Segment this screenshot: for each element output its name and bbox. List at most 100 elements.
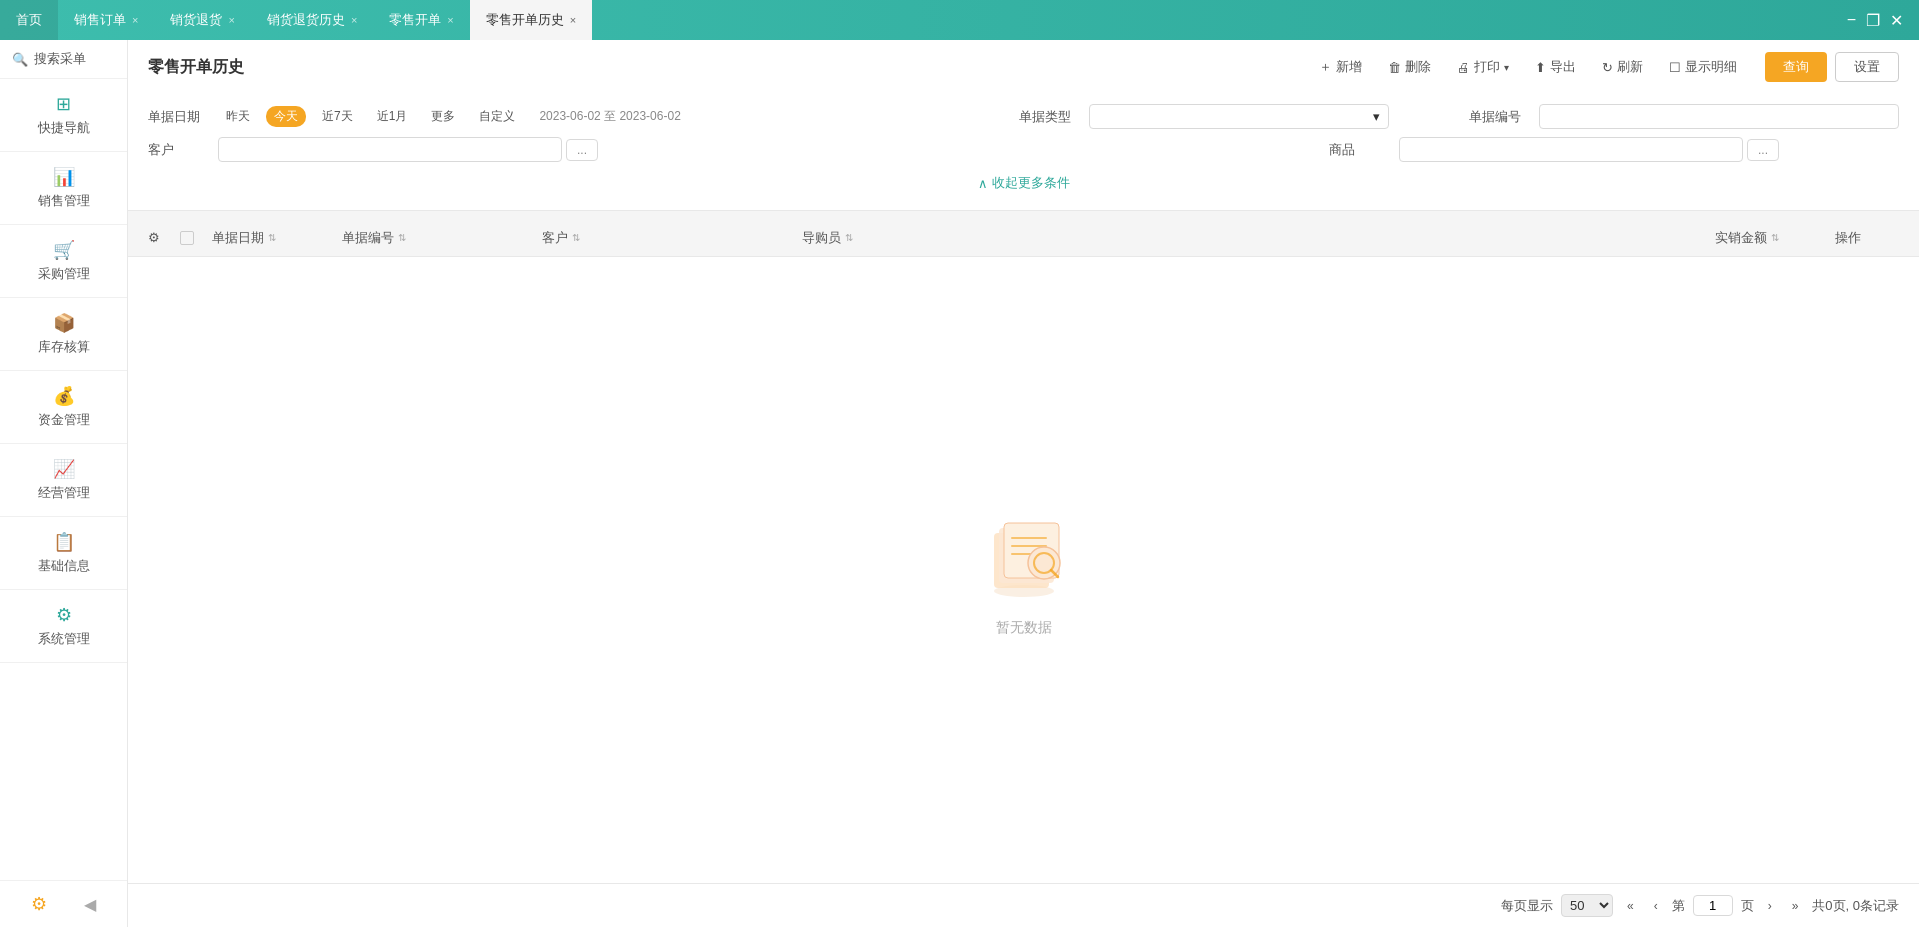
- quick-nav-icon: ⊞: [56, 93, 71, 115]
- show-detail-label: 显示明细: [1685, 58, 1737, 76]
- tab-sales-return[interactable]: 销货退货 ×: [154, 0, 250, 40]
- date-7days[interactable]: 近7天: [314, 106, 361, 127]
- type-select-arrow: ▾: [1373, 109, 1380, 124]
- page-header: 零售开单历史 ＋ 新增 🗑 删除 🖨 打印 ▾: [128, 40, 1919, 211]
- show-detail-button[interactable]: ☐ 显示明细: [1663, 54, 1743, 80]
- collapse-more-button[interactable]: ∧ 收起更多条件: [148, 170, 1899, 200]
- print-label: 打印: [1474, 58, 1500, 76]
- date-more[interactable]: 更多: [423, 106, 463, 127]
- number-filter-input[interactable]: [1539, 104, 1899, 129]
- tab-sales-order-close[interactable]: ×: [132, 14, 138, 26]
- minimize-button[interactable]: −: [1847, 11, 1856, 29]
- refresh-icon: ↻: [1602, 60, 1613, 75]
- sidebar-item-sales-mgmt-label: 销售管理: [38, 192, 90, 210]
- number-filter-label: 单据编号: [1469, 108, 1539, 126]
- tab-retail-open[interactable]: 零售开单 ×: [373, 0, 469, 40]
- col-header-action: 操作: [1827, 229, 1907, 247]
- col-header-guide[interactable]: 导购员 ⇅: [794, 229, 914, 247]
- product-filter-input[interactable]: [1399, 137, 1743, 162]
- col-date-label: 单据日期: [212, 229, 264, 247]
- delete-button[interactable]: 🗑 删除: [1382, 54, 1437, 80]
- sales-mgmt-icon: 📊: [53, 166, 75, 188]
- refresh-button[interactable]: ↻ 刷新: [1596, 54, 1649, 80]
- date-1month[interactable]: 近1月: [369, 106, 416, 127]
- filter-area: 单据日期 昨天 今天 近7天 近1月 更多 自定义 2023-06-02 至 2…: [148, 94, 1899, 210]
- sidebar-item-quick-nav[interactable]: ⊞ 快捷导航: [0, 79, 127, 152]
- select-all-checkbox[interactable]: [180, 231, 194, 245]
- col-header-number[interactable]: 单据编号 ⇅: [334, 229, 534, 247]
- col-date-sort-icon: ⇅: [268, 232, 276, 243]
- restore-button[interactable]: ❐: [1866, 11, 1880, 30]
- pagination-last-button[interactable]: »: [1786, 897, 1805, 915]
- delete-icon: 🗑: [1388, 60, 1401, 75]
- settings-footer-icon[interactable]: ⚙: [31, 893, 47, 915]
- query-button[interactable]: 查询: [1765, 52, 1827, 82]
- per-page-select[interactable]: 50 10 20 100: [1561, 894, 1613, 917]
- type-select[interactable]: ▾: [1089, 104, 1389, 129]
- tab-sales-return-history-close[interactable]: ×: [351, 14, 357, 26]
- export-button[interactable]: ⬆ 导出: [1529, 54, 1582, 80]
- inventory-icon: 📦: [53, 312, 75, 334]
- sidebar-item-purchase-mgmt[interactable]: 🛒 采购管理: [0, 225, 127, 298]
- finance-icon: 💰: [53, 385, 75, 407]
- sidebar-item-quick-nav-label: 快捷导航: [38, 119, 90, 137]
- sidebar-search-label: 搜索采单: [34, 50, 86, 68]
- pagination-next-button[interactable]: ›: [1762, 897, 1778, 915]
- sidebar-item-inventory[interactable]: 📦 库存核算: [0, 298, 127, 371]
- sidebar-item-basic-info-label: 基础信息: [38, 557, 90, 575]
- col-action-label: 操作: [1835, 229, 1861, 247]
- print-button[interactable]: 🖨 打印 ▾: [1451, 54, 1515, 80]
- operations-icon: 📈: [53, 458, 75, 480]
- chevron-up-icon: ∧: [978, 176, 988, 191]
- sidebar: 🔍 搜索采单 ⊞ 快捷导航 📊 销售管理 🛒 采购管理 📦 库存核算 💰 资金管…: [0, 40, 128, 927]
- close-button[interactable]: ✕: [1890, 11, 1903, 30]
- empty-illustration: [974, 503, 1074, 603]
- tab-retail-open-close[interactable]: ×: [447, 14, 453, 26]
- tab-home[interactable]: 首页: [0, 0, 58, 40]
- date-today[interactable]: 今天: [266, 106, 306, 127]
- product-ellipsis-button[interactable]: ...: [1747, 139, 1779, 161]
- tab-retail-history-close[interactable]: ×: [570, 14, 576, 26]
- sidebar-item-system[interactable]: ⚙ 系统管理: [0, 590, 127, 663]
- search-icon: 🔍: [12, 52, 28, 67]
- empty-state: 暂无数据: [128, 257, 1919, 883]
- col-customer-label: 客户: [542, 229, 568, 247]
- sidebar-item-system-label: 系统管理: [38, 630, 90, 648]
- tab-sales-order[interactable]: 销售订单 ×: [58, 0, 154, 40]
- table-header: ⚙ 单据日期 ⇅ 单据编号 ⇅ 客户 ⇅ 导购员 ⇅: [128, 219, 1919, 257]
- sidebar-item-sales-mgmt[interactable]: 📊 销售管理: [0, 152, 127, 225]
- tab-retail-history[interactable]: 零售开单历史 ×: [470, 0, 592, 40]
- refresh-label: 刷新: [1617, 58, 1643, 76]
- pagination-prev-button[interactable]: ‹: [1648, 897, 1664, 915]
- col-num-label: 单据编号: [342, 229, 394, 247]
- add-button[interactable]: ＋ 新增: [1313, 54, 1368, 80]
- tab-sales-return-close[interactable]: ×: [228, 14, 234, 26]
- print-icon: 🖨: [1457, 60, 1470, 75]
- col-header-customer[interactable]: 客户 ⇅: [534, 229, 794, 247]
- settings-button[interactable]: 设置: [1835, 52, 1899, 82]
- sidebar-search[interactable]: 🔍 搜索采单: [0, 40, 127, 79]
- tab-retail-history-label: 零售开单历史: [486, 11, 564, 29]
- sidebar-item-finance[interactable]: 💰 资金管理: [0, 371, 127, 444]
- tab-sales-return-label: 销货退货: [170, 11, 222, 29]
- tab-sales-return-history[interactable]: 销货退货历史 ×: [251, 0, 373, 40]
- table-select-all[interactable]: [172, 231, 204, 245]
- date-yesterday[interactable]: 昨天: [218, 106, 258, 127]
- collapse-sidebar-icon[interactable]: ◀: [84, 895, 96, 914]
- date-options: 昨天 今天 近7天 近1月 更多 自定义 2023-06-02 至 2023-0…: [218, 106, 681, 127]
- table-settings-icon[interactable]: ⚙: [140, 230, 172, 245]
- page-number-input[interactable]: [1693, 895, 1733, 916]
- sidebar-item-finance-label: 资金管理: [38, 411, 90, 429]
- customer-ellipsis-button[interactable]: ...: [566, 139, 598, 161]
- basic-info-icon: 📋: [53, 531, 75, 553]
- sidebar-item-operations[interactable]: 📈 经营管理: [0, 444, 127, 517]
- col-header-amount[interactable]: 实销金额 ⇅: [1707, 229, 1827, 247]
- tab-bar: 首页 销售订单 × 销货退货 × 销货退货历史 × 零售开单 × 零售开单历史 …: [0, 0, 1831, 40]
- col-customer-sort-icon: ⇅: [572, 232, 580, 243]
- system-icon: ⚙: [56, 604, 72, 626]
- date-custom[interactable]: 自定义: [471, 106, 523, 127]
- pagination-first-button[interactable]: «: [1621, 897, 1640, 915]
- sidebar-item-basic-info[interactable]: 📋 基础信息: [0, 517, 127, 590]
- customer-filter-input[interactable]: [218, 137, 562, 162]
- col-header-date[interactable]: 单据日期 ⇅: [204, 229, 334, 247]
